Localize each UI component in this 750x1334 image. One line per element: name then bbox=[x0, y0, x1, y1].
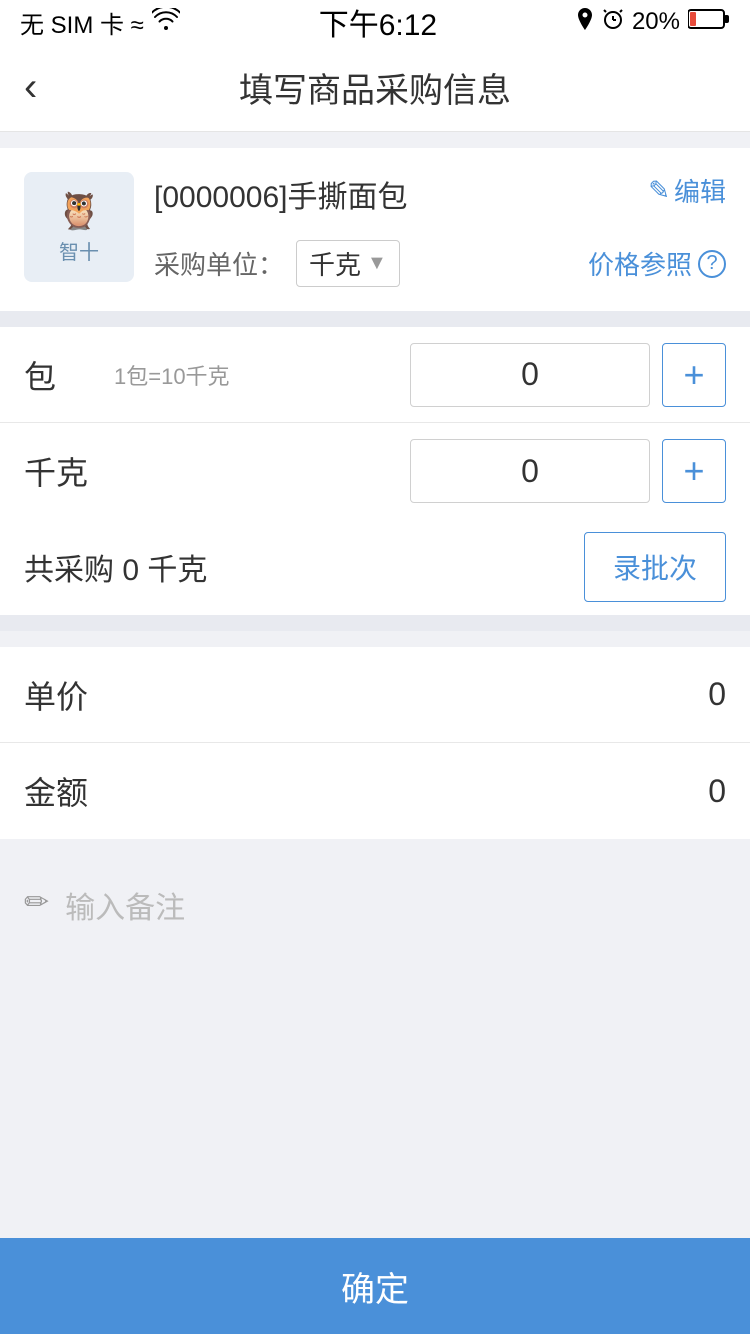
back-button[interactable]: ‹ bbox=[24, 65, 37, 110]
product-unit-row: 采购单位： 千克 ▼ bbox=[154, 240, 400, 287]
summary-amount: 0 bbox=[122, 554, 139, 587]
wifi-icon bbox=[152, 8, 180, 37]
bag-label: 包 bbox=[24, 352, 104, 398]
unit-price-value: 0 bbox=[708, 676, 726, 713]
edit-button[interactable]: ✎ 编辑 bbox=[648, 172, 726, 209]
unit-selector[interactable]: 千克 ▼ bbox=[296, 240, 400, 287]
amount-row: 金额 0 bbox=[0, 743, 750, 839]
amount-value: 0 bbox=[708, 773, 726, 810]
summary-row: 共采购 0 千克 录批次 bbox=[0, 519, 750, 615]
confirm-button[interactable]: 确定 bbox=[0, 1238, 750, 1334]
bag-sublabel: 1包=10千克 bbox=[114, 359, 230, 391]
unit-label: 采购单位： bbox=[154, 245, 284, 282]
bag-plus-button[interactable]: + bbox=[662, 343, 726, 407]
product-name: [0000006]手撕面包 bbox=[154, 172, 407, 216]
kg-plus-button[interactable]: + bbox=[662, 439, 726, 503]
help-icon: ? bbox=[698, 250, 726, 278]
unit-price-row: 单价 0 bbox=[0, 647, 750, 743]
chevron-down-icon: ▼ bbox=[367, 252, 387, 275]
pencil-icon: ✏ bbox=[24, 885, 49, 920]
product-icon: 🦉 bbox=[57, 190, 102, 232]
product-thumbnail: 🦉 智十 bbox=[24, 172, 134, 282]
notes-placeholder: 输入备注 bbox=[65, 883, 185, 927]
kg-quantity-input[interactable] bbox=[410, 439, 650, 503]
product-card-info: [0000006]手撕面包 ✎ 编辑 采购单位： 千克 ▼ 价格参照 ? bbox=[154, 172, 726, 287]
price-ref-label: 价格参照 bbox=[588, 245, 692, 282]
edit-label: 编辑 bbox=[674, 172, 726, 209]
summary-prefix: 共采购 bbox=[24, 554, 114, 587]
unit-value: 千克 bbox=[309, 245, 361, 282]
product-thumbnail-label: 智十 bbox=[59, 236, 99, 265]
amount-label: 金额 bbox=[24, 768, 708, 814]
divider-1 bbox=[0, 311, 750, 327]
price-ref-button[interactable]: 价格参照 ? bbox=[588, 245, 726, 282]
product-card: 🦉 智十 [0000006]手撕面包 ✎ 编辑 采购单位： 千克 ▼ 价格参照 … bbox=[0, 148, 750, 311]
summary-unit: 千克 bbox=[147, 554, 207, 587]
edit-icon: ✎ bbox=[648, 175, 670, 206]
kg-input-row: 千克 + bbox=[0, 423, 750, 519]
notes-section[interactable]: ✏ 输入备注 bbox=[0, 855, 750, 1155]
input-section: 包 1包=10千克 + 千克 + bbox=[0, 327, 750, 519]
page-title: 填写商品采购信息 bbox=[239, 63, 511, 112]
kg-label: 千克 bbox=[24, 448, 104, 494]
unit-price-label: 单价 bbox=[24, 672, 708, 718]
status-bar-right: 20% bbox=[576, 8, 730, 37]
batch-button[interactable]: 录批次 bbox=[584, 532, 726, 602]
status-bar-time: 下午6:12 bbox=[319, 0, 437, 44]
sim-status: 无 SIM 卡 ≈ bbox=[20, 5, 144, 40]
battery-icon bbox=[688, 8, 730, 37]
price-section: 单价 0 金额 0 bbox=[0, 647, 750, 839]
status-bar-left: 无 SIM 卡 ≈ bbox=[20, 5, 180, 40]
location-icon bbox=[576, 8, 594, 37]
nav-bar: ‹ 填写商品采购信息 bbox=[0, 44, 750, 132]
battery-percentage: 20% bbox=[632, 8, 680, 36]
bag-quantity-input[interactable] bbox=[410, 343, 650, 407]
status-bar: 无 SIM 卡 ≈ 下午6:12 20% bbox=[0, 0, 750, 44]
alarm-icon bbox=[602, 8, 624, 37]
bag-input-row: 包 1包=10千克 + bbox=[0, 327, 750, 423]
summary-text: 共采购 0 千克 bbox=[24, 545, 584, 589]
divider-2 bbox=[0, 615, 750, 631]
